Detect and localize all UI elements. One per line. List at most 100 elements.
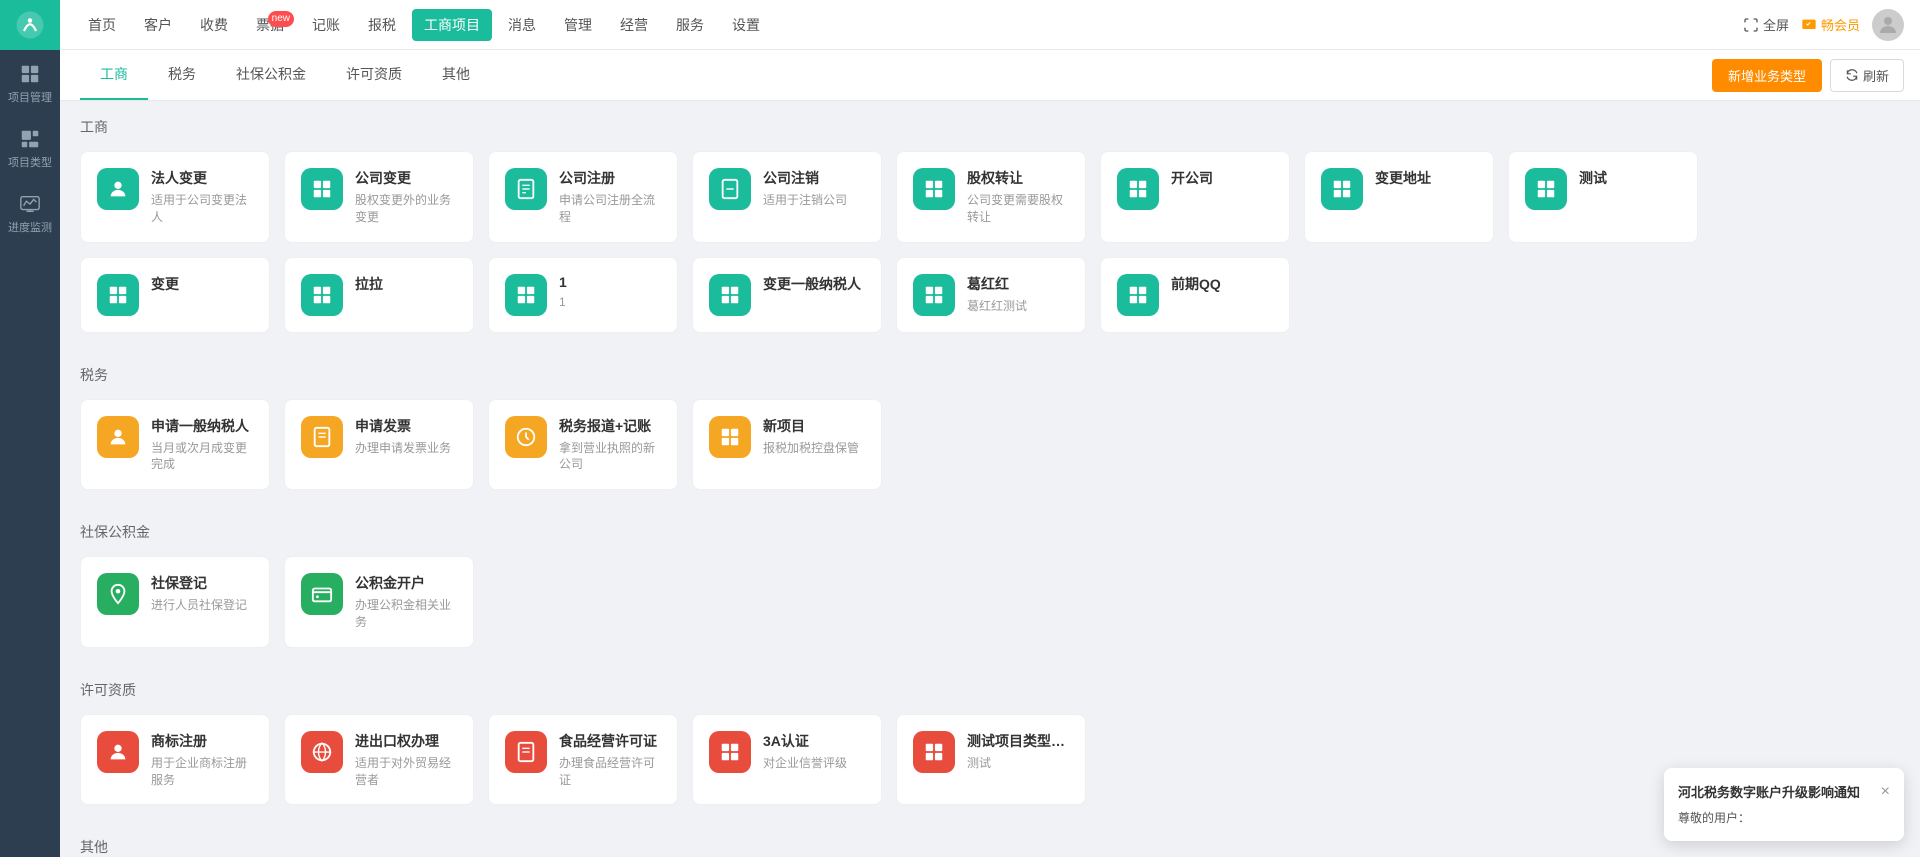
card-social-register[interactable]: 社保登记 进行人员社保登记: [80, 556, 270, 648]
tab-license[interactable]: 许可资质: [326, 50, 422, 100]
card-company-register[interactable]: 公司注册 申请公司注册全流程: [488, 151, 678, 243]
mohonghong-desc: 葛红红测试: [967, 298, 1069, 315]
nav-home[interactable]: 首页: [76, 9, 128, 41]
legal-change-desc: 适用于公司变更法人: [151, 192, 253, 226]
social-cards-grid: 社保登记 进行人员社保登记 公积金开户 办理公积金相关业务: [80, 556, 1900, 648]
change-taxpayer-title: 变更一般纳税人: [763, 274, 865, 294]
tab-tax[interactable]: 税务: [148, 50, 216, 100]
tab-other[interactable]: 其他: [422, 50, 490, 100]
topnav-right: 全屏 畅会员: [1743, 9, 1904, 41]
apply-taxpayer-title: 申请一般纳税人: [151, 416, 253, 436]
nav-settings[interactable]: 设置: [720, 9, 772, 41]
open-company-title: 开公司: [1171, 168, 1273, 188]
food-license-title: 食品经营许可证: [559, 731, 661, 751]
trademark-desc: 用于企业商标注册服务: [151, 755, 253, 789]
refresh-icon: [1845, 68, 1859, 82]
food-license-desc: 办理食品经营许可证: [559, 755, 661, 789]
nav-client[interactable]: 客户: [132, 9, 184, 41]
company-register-icon: [505, 168, 547, 210]
fund-open-desc: 办理公积金相关业务: [355, 597, 457, 631]
nav-operation[interactable]: 经营: [608, 9, 660, 41]
card-company-change[interactable]: 公司变更 股权变更外的业务变更: [284, 151, 474, 243]
lala-icon: [301, 274, 343, 316]
qianqiqq-title: 前期QQ: [1171, 274, 1273, 294]
card-change-address[interactable]: 变更地址: [1304, 151, 1494, 243]
tax-cards-grid: 申请一般纳税人 当月或次月成变更完成 申请发票 办理申请发票业务: [80, 399, 1900, 491]
notification-text: 尊敬的用户：: [1678, 809, 1890, 827]
card-food-license[interactable]: 食品经营许可证 办理食品经营许可证: [488, 714, 678, 806]
category-icon: [16, 125, 44, 153]
test-title: 测试: [1579, 168, 1681, 188]
legal-change-title: 法人变更: [151, 168, 253, 188]
card-one[interactable]: 1 1: [488, 257, 678, 333]
fund-open-title: 公积金开户: [355, 573, 457, 593]
notification-title: 河北税务数字账户升级影响通知: [1678, 782, 1860, 801]
sidebar-item-progress-monitor[interactable]: 进度监测: [0, 180, 60, 245]
nav-bookkeeping[interactable]: 记账: [300, 9, 352, 41]
main-area: 首页 客户 收费 票据 new 记账 报税 工商项目 消息 管理 经营 服务 设…: [60, 0, 1920, 857]
tax-section-title: 税务: [80, 365, 1900, 385]
sidebar-item-project-mgmt[interactable]: 项目管理: [0, 50, 60, 115]
sidebar-item-project-type[interactable]: 项目类型: [0, 115, 60, 180]
nav-manage[interactable]: 管理: [552, 9, 604, 41]
notification-header: 河北税务数字账户升级影响通知 ×: [1678, 782, 1890, 801]
card-open-company[interactable]: 开公司: [1100, 151, 1290, 243]
test-type-desc: 测试: [967, 755, 1069, 772]
member-button[interactable]: 畅会员: [1801, 15, 1860, 34]
social-register-title: 社保登记: [151, 573, 253, 593]
test-type-title: 测试项目类型自定义: [967, 731, 1069, 751]
card-import-export[interactable]: 进出口权办理 适用于对外贸易经营者: [284, 714, 474, 806]
nav-message[interactable]: 消息: [496, 9, 548, 41]
card-trademark[interactable]: 商标注册 用于企业商标注册服务: [80, 714, 270, 806]
company-register-title: 公司注册: [559, 168, 661, 188]
card-company-cancel[interactable]: 公司注销 适用于注销公司: [692, 151, 882, 243]
card-tax-report-bookkeeping[interactable]: 税务报道+记账 拿到营业执照的新公司: [488, 399, 678, 491]
add-type-button[interactable]: 新增业务类型: [1712, 59, 1822, 92]
card-qianqiqq[interactable]: 前期QQ: [1100, 257, 1290, 333]
nav-tax[interactable]: 报税: [356, 9, 408, 41]
card-lala[interactable]: 拉拉: [284, 257, 474, 333]
company-change-title: 公司变更: [355, 168, 457, 188]
company-cancel-title: 公司注销: [763, 168, 865, 188]
card-apply-invoice[interactable]: 申请发票 办理申请发票业务: [284, 399, 474, 491]
equity-transfer-desc: 公司变更需要股权转让: [967, 192, 1069, 226]
mohonghong-icon: [913, 274, 955, 316]
nav-industry[interactable]: 工商项目: [412, 9, 492, 41]
card-new-project[interactable]: 新项目 报税加税控盘保管: [692, 399, 882, 491]
refresh-button[interactable]: 刷新: [1830, 59, 1904, 92]
card-legal-change[interactable]: 法人变更 适用于公司变更法人: [80, 151, 270, 243]
3a-cert-desc: 对企业信誉评级: [763, 755, 865, 772]
equity-transfer-icon: [913, 168, 955, 210]
tab-social[interactable]: 社保公积金: [216, 50, 326, 100]
apply-invoice-title: 申请发票: [355, 416, 457, 436]
avatar[interactable]: [1872, 9, 1904, 41]
nav-service[interactable]: 服务: [664, 9, 716, 41]
tab-industry[interactable]: 工商: [80, 50, 148, 100]
nav-billing[interactable]: 收费: [188, 9, 240, 41]
fullscreen-button[interactable]: 全屏: [1743, 15, 1789, 34]
mohonghong-title: 葛红红: [967, 274, 1069, 294]
3a-cert-icon: [709, 731, 751, 773]
card-equity-transfer[interactable]: 股权转让 公司变更需要股权转让: [896, 151, 1086, 243]
lala-title: 拉拉: [355, 274, 457, 294]
topnav: 首页 客户 收费 票据 new 记账 报税 工商项目 消息 管理 经营 服务 设…: [60, 0, 1920, 50]
card-3a-cert[interactable]: 3A认证 对企业信誉评级: [692, 714, 882, 806]
card-change[interactable]: 变更: [80, 257, 270, 333]
social-register-desc: 进行人员社保登记: [151, 597, 253, 614]
card-fund-open[interactable]: 公积金开户 办理公积金相关业务: [284, 556, 474, 648]
test-icon: [1525, 168, 1567, 210]
license-section-title: 许可资质: [80, 680, 1900, 700]
nav-invoice[interactable]: 票据 new: [244, 9, 296, 41]
fund-open-icon: [301, 573, 343, 615]
card-apply-taxpayer[interactable]: 申请一般纳税人 当月或次月成变更完成: [80, 399, 270, 491]
license-cards-grid: 商标注册 用于企业商标注册服务 进出口权办理 适用于对外贸易经营者: [80, 714, 1900, 806]
card-mohonghong[interactable]: 葛红红 葛红红测试: [896, 257, 1086, 333]
card-change-taxpayer[interactable]: 变更一般纳税人: [692, 257, 882, 333]
notification-close-button[interactable]: ×: [1881, 783, 1890, 801]
card-test-type[interactable]: 测试项目类型自定义 测试: [896, 714, 1086, 806]
license-section: 许可资质 商标注册 用于企业商标注册服务: [60, 664, 1920, 822]
import-export-title: 进出口权办理: [355, 731, 457, 751]
3a-cert-title: 3A认证: [763, 731, 865, 751]
card-test[interactable]: 测试: [1508, 151, 1698, 243]
food-license-icon: [505, 731, 547, 773]
